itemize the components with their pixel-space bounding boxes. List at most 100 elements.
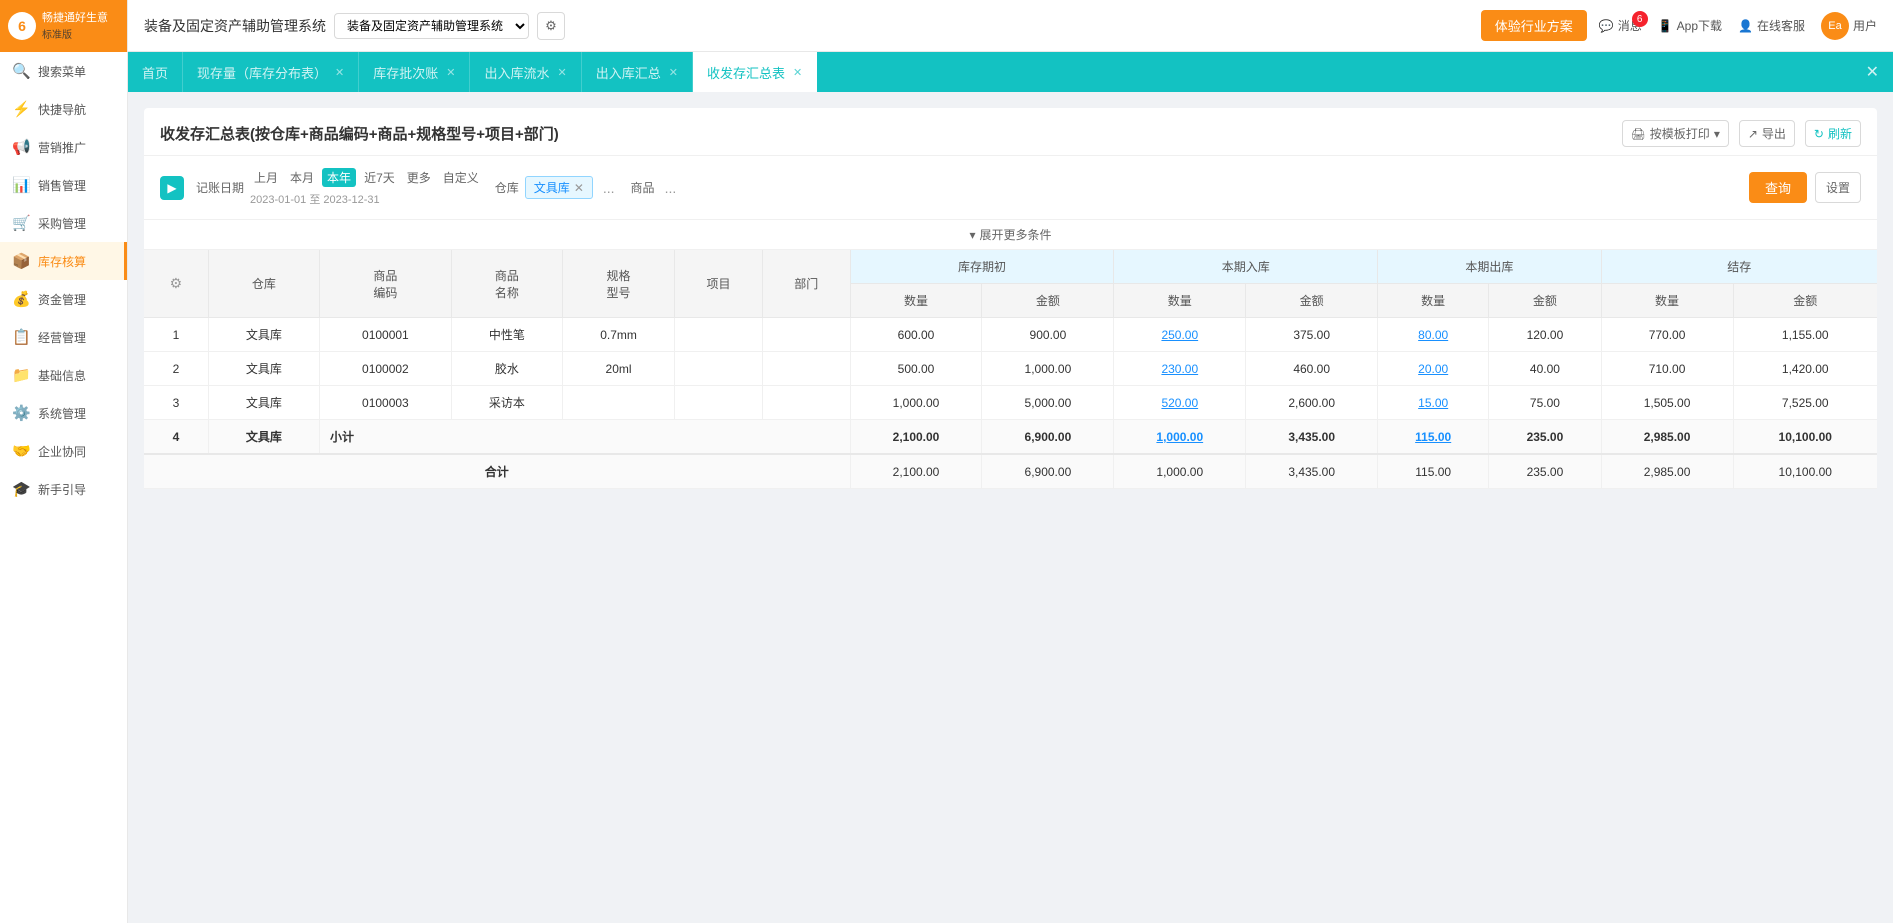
row-goods-name: 胶水 — [451, 352, 562, 386]
th-project: 项目 — [675, 250, 763, 318]
row-warehouse: 文具库 — [208, 352, 319, 386]
support-button[interactable]: 👤 在线客服 — [1738, 17, 1805, 34]
sidebar-logo: 6 畅捷通好生意 标准版 — [0, 0, 127, 52]
sidebar-item-basic[interactable]: 📁 基础信息 — [0, 356, 127, 394]
row-out-qty[interactable]: 15.00 — [1378, 386, 1489, 420]
tab-home[interactable]: 首页 — [128, 52, 183, 92]
tab-close-in-out-flow[interactable]: ✕ — [558, 66, 567, 79]
app-download-button[interactable]: 📱 App下载 — [1658, 17, 1722, 34]
support-icon: 👤 — [1738, 19, 1753, 33]
subtotal-closing-amt: 10,100.00 — [1733, 420, 1877, 455]
sidebar-item-finance[interactable]: 💰 资金管理 — [0, 280, 127, 318]
date-btn-this-year[interactable]: 本年 — [322, 168, 356, 187]
sidebar-label-sales: 销售管理 — [38, 177, 86, 194]
subtotal-in-qty[interactable]: 1,000.00 — [1114, 420, 1246, 455]
tab-recv-send-summary[interactable]: 收发存汇总表 ✕ — [693, 52, 817, 92]
table-total-row: 合计 2,100.00 6,900.00 1,000.00 3,435.00 1… — [144, 454, 1877, 489]
expand-more-button[interactable]: ▾ 展开更多条件 — [969, 226, 1051, 243]
table-row: 3 文具库 0100003 采访本 1,000.00 5,000.00 520.… — [144, 386, 1877, 420]
tab-close-recv-send-summary[interactable]: ✕ — [793, 66, 802, 79]
row-project — [675, 386, 763, 420]
sidebar-item-search[interactable]: 🔍 搜索菜单 — [0, 52, 127, 90]
sidebar-label-guide: 新手引导 — [38, 481, 86, 498]
sidebar-item-sales[interactable]: 📊 销售管理 — [0, 166, 127, 204]
sidebar-item-marketing[interactable]: 📢 营销推广 — [0, 128, 127, 166]
date-btn-last-month[interactable]: 上月 — [250, 168, 282, 187]
row-goods-spec: 20ml — [562, 352, 674, 386]
table-wrap: ⚙ 仓库 商品编码 商品名称 规格型号 项目 部门 库存期初 本期入库 本期出库… — [144, 250, 1877, 489]
main-area: 装备及固定资产辅助管理系统 装备及固定资产辅助管理系统 ⚙ 体验行业方案 💬 消… — [128, 0, 1893, 923]
sidebar-label-marketing: 营销推广 — [38, 139, 86, 156]
subtotal-out-qty[interactable]: 115.00 — [1378, 420, 1489, 455]
date-btn-more[interactable]: 更多 — [403, 168, 435, 187]
sidebar-item-quick[interactable]: ⚡ 快捷导航 — [0, 90, 127, 128]
date-btn-this-month[interactable]: 本月 — [286, 168, 318, 187]
th-goods-code: 商品编码 — [319, 250, 451, 318]
message-icon: 💬 — [1599, 19, 1614, 33]
sidebar-item-system[interactable]: ⚙️ 系统管理 — [0, 394, 127, 432]
user-menu[interactable]: Ea 用户 — [1821, 12, 1877, 40]
sidebar-item-guide[interactable]: 🎓 新手引导 — [0, 470, 127, 508]
th-setting[interactable]: ⚙ — [144, 250, 208, 318]
th-closing-qty: 数量 — [1601, 284, 1733, 318]
row-goods-spec: 0.7mm — [562, 318, 674, 352]
tab-stock-dist[interactable]: 现存量（库存分布表） ✕ — [183, 52, 359, 92]
row-goods-name: 采访本 — [451, 386, 562, 420]
refresh-button[interactable]: ↻ 刷新 — [1805, 120, 1861, 147]
row-no: 2 — [144, 352, 208, 386]
tab-close-batch-ledger[interactable]: ✕ — [446, 66, 455, 79]
row-closing-qty: 1,505.00 — [1601, 386, 1733, 420]
total-closing-qty: 2,985.00 — [1601, 454, 1733, 489]
messages-button[interactable]: 💬 消息 6 — [1599, 17, 1642, 34]
th-opening: 库存期初 — [850, 250, 1114, 284]
demo-button[interactable]: 体验行业方案 — [1481, 10, 1587, 41]
row-out-qty[interactable]: 80.00 — [1378, 318, 1489, 352]
sales-icon: 📊 — [12, 176, 30, 194]
row-goods-code: 0100003 — [319, 386, 451, 420]
tab-in-out-summary[interactable]: 出入库汇总 ✕ — [582, 52, 693, 92]
tabbar-close-all[interactable]: ✕ — [1852, 62, 1893, 82]
tab-close-stock-dist[interactable]: ✕ — [335, 66, 344, 79]
warehouse-dots[interactable]: ... — [599, 180, 619, 196]
sidebar-item-purchase[interactable]: 🛒 采购管理 — [0, 204, 127, 242]
content-area: 收发存汇总表(按仓库+商品编码+商品+规格型号+项目+部门) 🖨 按模板打印 ▾… — [128, 92, 1893, 923]
gear-button[interactable]: ⚙ — [537, 12, 565, 40]
system-title: 装备及固定资产辅助管理系统 — [144, 16, 326, 36]
filter-bar: ▶ 记账日期 上月 本月 本年 近7天 更多 自定义 2023-01-01 至 … — [144, 156, 1877, 220]
row-in-qty[interactable]: 250.00 — [1114, 318, 1246, 352]
query-button[interactable]: 查询 — [1749, 172, 1807, 203]
tab-batch-ledger[interactable]: 库存批次账 ✕ — [359, 52, 470, 92]
row-out-amt: 40.00 — [1489, 352, 1601, 386]
sidebar-label-inventory: 库存核算 — [38, 253, 86, 270]
export-button[interactable]: ↗ 导出 — [1739, 120, 1795, 147]
sidebar-item-operations[interactable]: 📋 经营管理 — [0, 318, 127, 356]
row-project — [675, 352, 763, 386]
system-select[interactable]: 装备及固定资产辅助管理系统 — [334, 13, 529, 39]
warehouse-tag[interactable]: 文具库 ✕ — [525, 176, 593, 199]
row-opening-amt: 1,000.00 — [982, 352, 1114, 386]
date-btn-7days[interactable]: 近7天 — [360, 168, 399, 187]
total-closing-amt: 10,100.00 — [1733, 454, 1877, 489]
date-btn-custom[interactable]: 自定义 — [439, 168, 483, 187]
row-closing-amt: 1,155.00 — [1733, 318, 1877, 352]
row-out-qty[interactable]: 20.00 — [1378, 352, 1489, 386]
row-out-amt: 75.00 — [1489, 386, 1601, 420]
row-in-qty[interactable]: 230.00 — [1114, 352, 1246, 386]
sidebar-item-enterprise[interactable]: 🤝 企业协同 — [0, 432, 127, 470]
row-in-amt: 460.00 — [1246, 352, 1378, 386]
data-table: ⚙ 仓库 商品编码 商品名称 规格型号 项目 部门 库存期初 本期入库 本期出库… — [144, 250, 1877, 489]
sidebar-item-inventory[interactable]: 📦 库存核算 — [0, 242, 127, 280]
filter-toggle-button[interactable]: ▶ — [160, 176, 184, 200]
goods-dots[interactable]: ... — [661, 180, 681, 196]
row-in-qty[interactable]: 520.00 — [1114, 386, 1246, 420]
subtotal-in-amt: 3,435.00 — [1246, 420, 1378, 455]
warehouse-tag-close[interactable]: ✕ — [574, 181, 584, 195]
subtotal-closing-qty: 2,985.00 — [1601, 420, 1733, 455]
tab-close-in-out-summary[interactable]: ✕ — [669, 66, 678, 79]
th-closing: 结存 — [1601, 250, 1877, 284]
tab-in-out-flow[interactable]: 出入库流水 ✕ — [470, 52, 581, 92]
date-range: 2023-01-01 至 2023-12-31 — [250, 191, 380, 207]
filter-settings-button[interactable]: 设置 — [1815, 172, 1861, 203]
th-out-qty: 数量 — [1378, 284, 1489, 318]
print-button[interactable]: 🖨 按模板打印 ▾ — [1622, 120, 1729, 147]
